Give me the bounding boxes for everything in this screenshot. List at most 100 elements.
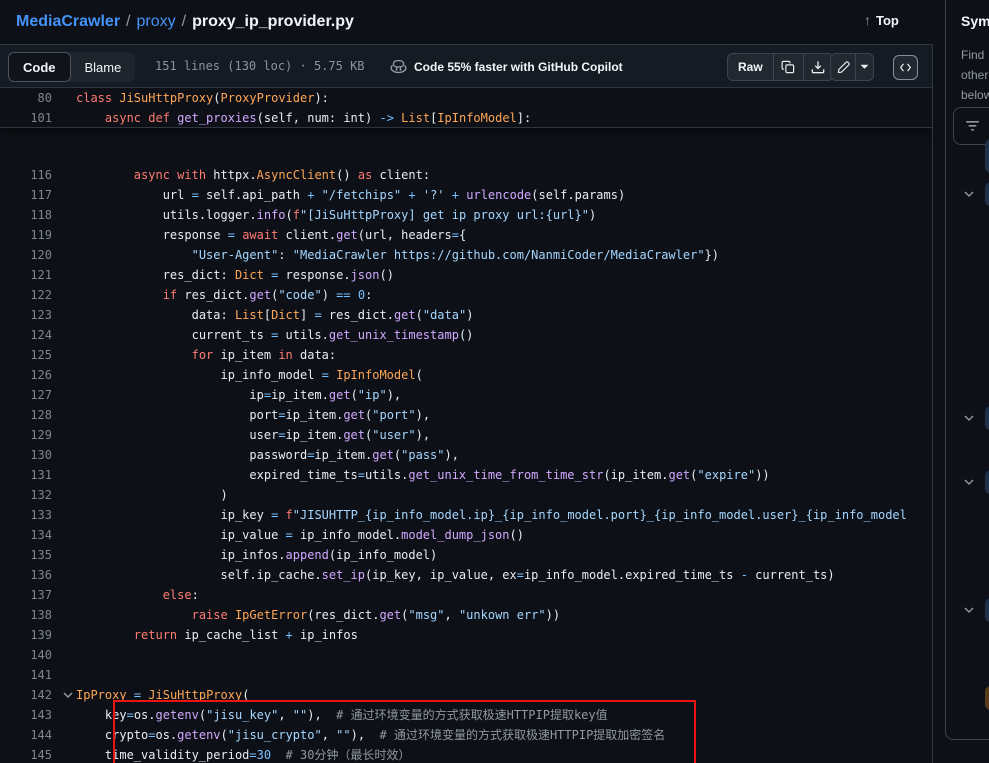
breadcrumb-repo-link[interactable]: MediaCrawler xyxy=(16,13,120,31)
breadcrumb: MediaCrawler / proxy / proxy_ip_provider… xyxy=(0,0,933,45)
code-line-117: 117 url = self.api_path + "/fetchips" + … xyxy=(0,185,932,205)
line-number[interactable]: 130 xyxy=(0,445,52,465)
symbol-pill[interactable] xyxy=(985,470,989,494)
code-line-137: 137 else: xyxy=(0,585,932,605)
line-number[interactable]: 145 xyxy=(0,745,52,763)
symbols-toggle-button[interactable] xyxy=(893,55,918,80)
code-line-120: 120 "User-Agent": "MediaCrawler https://… xyxy=(0,245,932,265)
line-number[interactable]: 119 xyxy=(0,225,52,245)
edit-dropdown-button[interactable] xyxy=(855,54,873,80)
code-line-143: 143 key=os.getenv("jisu_key", ""), # 通过环… xyxy=(0,705,932,725)
line-number[interactable]: 127 xyxy=(0,385,52,405)
collapse-chevron-icon[interactable] xyxy=(62,689,74,701)
symbols-panel: Sym Find other below xyxy=(945,0,989,740)
line-number[interactable]: 129 xyxy=(0,425,52,445)
code-text: for ip_item in data: xyxy=(76,345,336,365)
line-number[interactable]: 116 xyxy=(0,165,52,185)
code-line-135: 135 ip_infos.append(ip_info_model) xyxy=(0,545,932,565)
code-text: current_ts = utils.get_unix_timestamp() xyxy=(76,325,473,345)
symbols-panel-description: Find other below xyxy=(961,45,989,105)
code-text: ) xyxy=(76,485,228,505)
code-line-118: 118 utils.logger.info(f"[JiSuHttpProxy] … xyxy=(0,205,932,225)
code-line-133: 133 ip_key = f"JISUHTTP_{ip_info_model.i… xyxy=(0,505,932,525)
code-text: key=os.getenv("jisu_key", ""), # 通过环境变量的… xyxy=(76,705,608,725)
line-number[interactable]: 126 xyxy=(0,365,52,385)
line-number[interactable]: 128 xyxy=(0,405,52,425)
code-text: expired_time_ts=utils.get_unix_time_from… xyxy=(76,465,770,485)
symbol-pill[interactable] xyxy=(985,406,989,430)
code-line-101: 101 async def get_proxies(self, num: int… xyxy=(0,108,932,128)
edit-button-group xyxy=(830,53,874,81)
line-number[interactable]: 134 xyxy=(0,525,52,545)
tab-code[interactable]: Code xyxy=(8,52,71,82)
chevron-down-icon[interactable] xyxy=(963,188,975,200)
download-button[interactable] xyxy=(803,54,833,80)
line-number[interactable]: 118 xyxy=(0,205,52,225)
copilot-icon xyxy=(390,58,407,75)
copilot-banner-text: Code 55% faster with GitHub Copilot xyxy=(414,60,623,74)
sticky-context-lines: 80class JiSuHttpProxy(ProxyProvider):101… xyxy=(0,88,932,128)
line-number[interactable]: 121 xyxy=(0,265,52,285)
code-text: self.ip_cache.set_ip(ip_key, ip_value, e… xyxy=(76,565,835,585)
line-number[interactable]: 137 xyxy=(0,585,52,605)
chevron-down-icon[interactable] xyxy=(963,476,975,488)
line-number[interactable]: 123 xyxy=(0,305,52,325)
line-number[interactable]: 120 xyxy=(0,245,52,265)
code-line-123: 123 data: List[Dict] = res_dict.get("dat… xyxy=(0,305,932,325)
line-number[interactable]: 142 xyxy=(0,685,52,705)
line-number[interactable]: 138 xyxy=(0,605,52,625)
chevron-down-icon[interactable] xyxy=(963,604,975,616)
code-text: response = await client.get(url, headers… xyxy=(76,225,466,245)
line-number[interactable]: 122 xyxy=(0,285,52,305)
copy-button[interactable] xyxy=(773,54,803,80)
code-line-134: 134 ip_value = ip_info_model.model_dump_… xyxy=(0,525,932,545)
code-text: ip=ip_item.get("ip"), xyxy=(76,385,401,405)
tab-blame[interactable]: Blame xyxy=(71,52,136,82)
line-number[interactable]: 139 xyxy=(0,625,52,645)
code-text: async with httpx.AsyncClient() as client… xyxy=(76,165,430,185)
line-number[interactable]: 80 xyxy=(0,88,52,108)
back-to-top-button[interactable]: ↑ Top xyxy=(864,12,899,28)
line-number[interactable]: 124 xyxy=(0,325,52,345)
line-number[interactable]: 136 xyxy=(0,565,52,585)
code-line-130: 130 password=ip_item.get("pass"), xyxy=(0,445,932,465)
code-line-138: 138 raise IpGetError(res_dict.get("msg",… xyxy=(0,605,932,625)
code-line-119: 119 response = await client.get(url, hea… xyxy=(0,225,932,245)
code-brackets-icon xyxy=(899,61,912,74)
symbols-filter-button[interactable] xyxy=(953,107,989,145)
file-container: Code Blame 151 lines (130 loc) · 5.75 KB… xyxy=(0,45,933,763)
code-line-140: 140 xyxy=(0,645,932,665)
view-switcher: Code Blame xyxy=(8,52,135,82)
code-line-121: 121 res_dict: Dict = response.json() xyxy=(0,265,932,285)
code-text: "User-Agent": "MediaCrawler https://gith… xyxy=(76,245,719,265)
breadcrumb-separator: / xyxy=(126,13,130,31)
line-number[interactable]: 101 xyxy=(0,108,52,128)
line-number[interactable]: 117 xyxy=(0,185,52,205)
raw-button[interactable]: Raw xyxy=(728,54,773,80)
chevron-down-icon[interactable] xyxy=(963,412,975,424)
breadcrumb-folder-link[interactable]: proxy xyxy=(137,13,176,31)
line-number[interactable]: 133 xyxy=(0,505,52,525)
edit-button[interactable] xyxy=(831,54,855,80)
symbol-pill[interactable] xyxy=(985,182,989,206)
code-text: utils.logger.info(f"[JiSuHttpProxy] get … xyxy=(76,205,596,225)
code-line-127: 127 ip=ip_item.get("ip"), xyxy=(0,385,932,405)
code-viewer: 116 async with httpx.AsyncClient() as cl… xyxy=(0,88,932,763)
code-line-128: 128 port=ip_item.get("port"), xyxy=(0,405,932,425)
line-number[interactable]: 140 xyxy=(0,645,52,665)
line-number[interactable]: 131 xyxy=(0,465,52,485)
code-line-139: 139 return ip_cache_list + ip_infos xyxy=(0,625,932,645)
line-number[interactable]: 125 xyxy=(0,345,52,365)
line-number[interactable]: 143 xyxy=(0,705,52,725)
symbol-pill[interactable] xyxy=(985,686,989,710)
code-text: IpProxy = JiSuHttpProxy( xyxy=(76,685,249,705)
code-text: url = self.api_path + "/fetchips" + '?' … xyxy=(76,185,625,205)
line-number[interactable]: 144 xyxy=(0,725,52,745)
line-number[interactable]: 132 xyxy=(0,485,52,505)
symbol-pill[interactable] xyxy=(985,598,989,622)
symbol-pill[interactable] xyxy=(985,139,989,173)
code-text: return ip_cache_list + ip_infos xyxy=(76,625,358,645)
line-number[interactable]: 135 xyxy=(0,545,52,565)
code-text: ip_key = f"JISUHTTP_{ip_info_model.ip}_{… xyxy=(76,505,907,525)
line-number[interactable]: 141 xyxy=(0,665,52,685)
